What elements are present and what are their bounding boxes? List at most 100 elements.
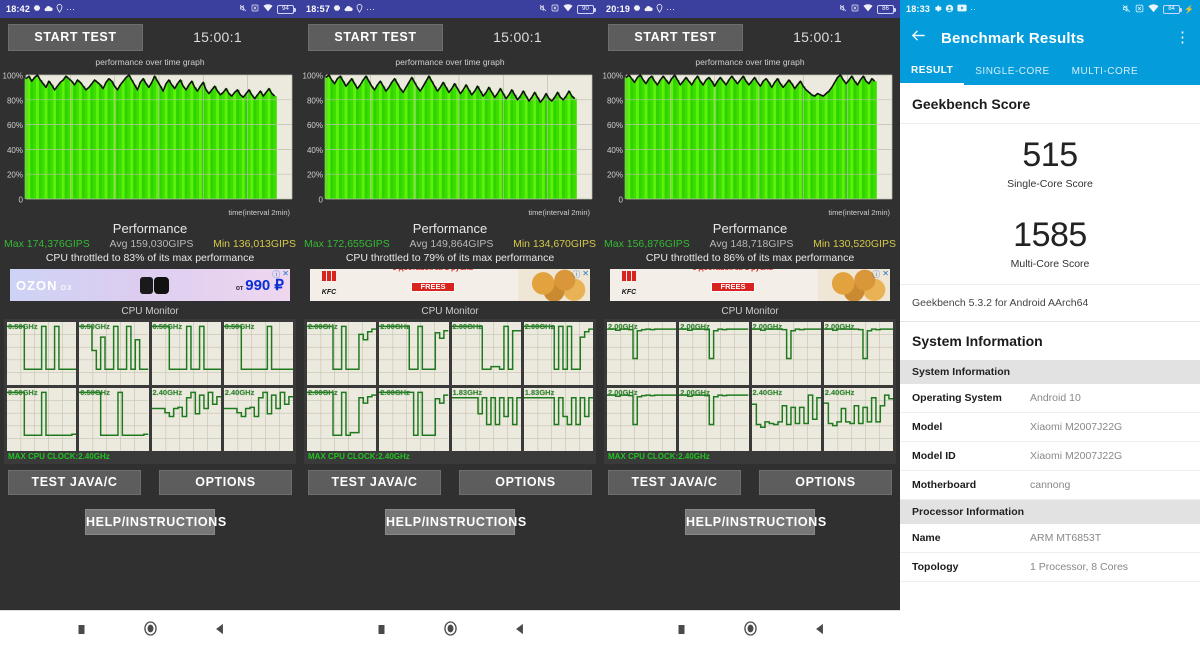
performance-over-time-graph: 100%80%60%40%20%0 time(interval 2min) [300,67,596,217]
svg-text:60%: 60% [307,121,323,130]
battery-indicator: 94 [277,5,294,14]
circle-home-icon[interactable] [444,621,457,641]
advertisement-banner[interactable]: KFC 5 доставок за 1 рубль FREES для новы… [310,269,590,301]
cpu-core-frequency-4: 0.50GHz [8,388,38,397]
battery-indicator: 90 [577,5,594,14]
cpu-core-frequency-3: 2.00GHz [525,322,555,331]
svg-text:100%: 100% [3,72,23,81]
help-instructions-button[interactable]: HELP/INSTRUCTIONS [85,509,215,535]
no-sim-icon [1135,4,1144,15]
svg-text:0: 0 [19,196,24,205]
more-icon: ··· [66,7,75,12]
gear-icon [33,4,41,14]
svg-text:40%: 40% [607,146,623,155]
advertisement-banner[interactable]: KFC 5 доставок за 1 рубль FREES для новы… [610,269,890,301]
svg-text:80%: 80% [7,96,23,105]
cpu-core-cell-0: 2.00GHz [307,322,376,385]
square-recents-icon[interactable] [77,622,86,640]
cpu-core-frequency-2: 0.50GHz [153,322,183,331]
control-row: START TEST 15:00:1 [300,18,600,56]
action-button-row: TEST JAVA/C OPTIONS [600,464,900,495]
cpu-core-frequency-7: 2.40GHz [225,388,255,397]
close-icon[interactable]: ✕ [882,269,889,280]
cpu-core-frequency-6: 2.40GHz [153,388,183,397]
cpu-core-frequency-1: 2.00GHz [380,322,410,331]
cpu-core-cell-5: 2.00GHz [379,388,448,451]
info-key: Topology [912,561,1030,573]
triangle-back-icon[interactable] [815,622,824,640]
cpu-core-frequency-6: 1.83GHz [453,388,483,397]
info-value: 1 Processor, 8 Cores [1030,561,1128,573]
info-key: Operating System [912,392,1030,404]
cpu-monitor-title: CPU Monitor [0,306,300,317]
cpu-core-frequency-5: 0.50GHz [80,388,110,397]
circle-home-icon[interactable] [144,621,157,641]
tab-result[interactable]: RESULT [900,58,964,85]
single-core-score-value: 515 [900,136,1200,175]
video-icon [957,4,967,14]
wifi-icon [563,4,573,14]
arrow-back-icon[interactable] [910,27,927,49]
close-icon[interactable]: ✕ [582,269,589,280]
cpu-core-frequency-5: 2.00GHz [380,388,410,397]
options-button[interactable]: OPTIONS [159,470,292,495]
circle-home-icon[interactable] [744,621,757,641]
square-recents-icon[interactable] [677,622,686,640]
info-value: Xiaomi M2007J22G [1030,421,1122,433]
help-button-row: HELP/INSTRUCTIONS [300,495,600,535]
start-test-button[interactable]: START TEST [8,24,143,51]
svg-text:20%: 20% [7,171,23,180]
system-info-row: Model ID Xiaomi M2007J22G [900,442,1200,471]
avg-gips: Avg 149,864GIPS [410,238,494,250]
start-test-button[interactable]: START TEST [608,24,743,51]
more-icon: ·· [970,7,976,12]
system-information-rows: Operating System Android 10Model Xiaomi … [900,384,1200,500]
options-button[interactable]: OPTIONS [459,470,592,495]
max-gips: Max 156,876GIPS [604,238,690,250]
control-row: START TEST 15:00:1 [0,18,300,56]
info-icon[interactable]: ⓘ [572,269,580,280]
cpu-core-grid: 2.00GHz 2.00GHz 2.00GHz [607,322,893,451]
cpu-core-cell-5: 2.00GHz [679,388,748,451]
close-icon[interactable]: ✕ [282,269,289,280]
tab-multi-core[interactable]: MULTI-CORE [1061,58,1149,85]
help-instructions-button[interactable]: HELP/INSTRUCTIONS [385,509,515,535]
help-instructions-button[interactable]: HELP/INSTRUCTIONS [685,509,815,535]
performance-header: Performance [600,221,900,236]
no-sim-icon [551,4,559,14]
more-vert-icon[interactable]: ⋮ [1175,34,1190,42]
battery-indicator: 86 [877,5,894,14]
status-bar: 18:42 ··· 94 [0,0,300,18]
system-info-row: Model Xiaomi M2007J22G [900,413,1200,442]
test-java-c-button[interactable]: TEST JAVA/C [8,470,141,495]
start-test-button[interactable]: START TEST [308,24,443,51]
cpu-monitor-box: 2.00GHz 2.00GHz 2.00GHz [604,319,896,464]
test-java-c-button[interactable]: TEST JAVA/C [308,470,441,495]
max-gips: Max 174,376GIPS [4,238,90,250]
action-button-row: TEST JAVA/C OPTIONS [300,464,600,495]
ad-brand-logo: KFC [610,271,648,299]
mute-icon [239,4,247,14]
info-icon[interactable]: ⓘ [872,269,880,280]
advertisement-banner[interactable]: OZON ОЗ от 990 ₽ ⓘ✕ [10,269,290,301]
square-recents-icon[interactable] [377,622,386,640]
cpu-core-cell-6: 2.40GHz [752,388,821,451]
status-bar: 20:19 ··· 86 [600,0,900,18]
options-button[interactable]: OPTIONS [759,470,892,495]
bolt-icon: ⚡ [1184,5,1194,14]
cpu-core-frequency-0: 2.00GHz [308,322,338,331]
processor-information-subheader: Processor Information [900,500,1200,524]
triangle-back-icon[interactable] [215,622,224,640]
tab-single-core[interactable]: SINGLE-CORE [964,58,1060,85]
test-java-c-button[interactable]: TEST JAVA/C [608,470,741,495]
cloud-icon [644,4,653,14]
cpu-core-cell-6: 2.40GHz [152,388,221,451]
processor-info-row: Topology 1 Processor, 8 Cores [900,553,1200,582]
svg-text:40%: 40% [7,146,23,155]
single-core-score-block: 515 Single-Core Score [900,124,1200,204]
info-icon[interactable]: ⓘ [272,269,280,280]
ad-copy: 5 доставок за 1 рубль FREES для новых по… [348,269,518,301]
throttle-summary: CPU throttled to 79% of its max performa… [300,252,600,264]
triangle-back-icon[interactable] [515,622,524,640]
info-key: Model ID [912,450,1030,462]
